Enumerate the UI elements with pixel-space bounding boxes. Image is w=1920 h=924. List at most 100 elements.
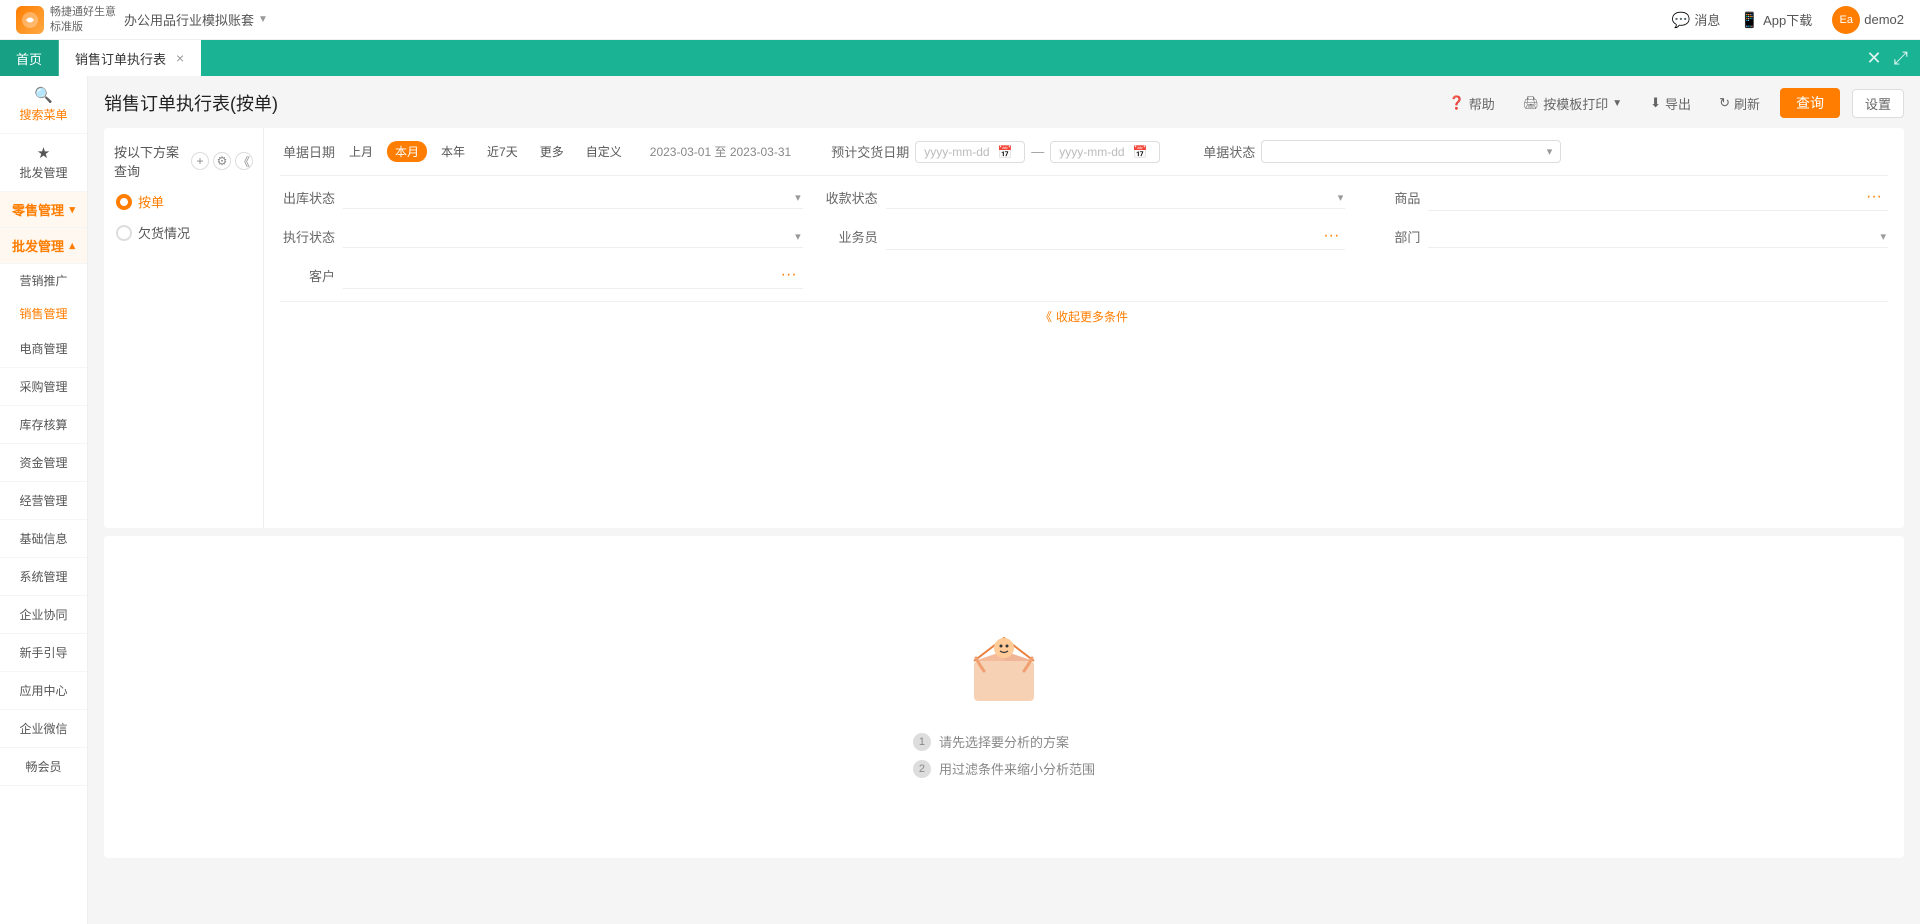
scheme-item-shortage[interactable]: 欠货情况: [104, 217, 263, 248]
download-icon: 📱: [1740, 11, 1759, 29]
shipping-status-select[interactable]: ▾: [343, 187, 803, 209]
expected-start-date[interactable]: yyyy-mm-dd 📅: [915, 141, 1025, 163]
basic-label: 基础信息: [19, 530, 67, 547]
execution-status-select[interactable]: ▾: [343, 226, 803, 248]
filter-department: 部门 ▾: [1365, 223, 1888, 250]
empty-icon: [954, 616, 1054, 716]
settings-btn[interactable]: 设置: [1852, 89, 1904, 118]
sidebar-item-marketing[interactable]: 营销推广: [0, 264, 87, 297]
sidebar-quick-nav[interactable]: ★ 批发管理: [0, 134, 87, 192]
shortcut-this-month[interactable]: 本月: [387, 141, 427, 162]
scheme-collapse-btn[interactable]: 《: [235, 152, 253, 170]
expected-end-date[interactable]: yyyy-mm-dd 📅: [1050, 141, 1160, 163]
collapse-more-btn[interactable]: 《 收起更多条件: [280, 301, 1888, 331]
sidebar-item-guide[interactable]: 新手引导: [0, 634, 87, 672]
print-btn[interactable]: 🖨 按模板打印 ▼: [1515, 90, 1630, 117]
user-avatar-area[interactable]: Ea demo2: [1832, 6, 1904, 34]
window-close-icon[interactable]: ✕: [1867, 48, 1882, 69]
sidebar-item-operations[interactable]: 经营管理: [0, 482, 87, 520]
tab-sales-order[interactable]: 销售订单执行表 ×: [59, 40, 201, 76]
filter-doc-status: 单据状态 ▾: [1200, 140, 1888, 163]
header-left: 畅捷通好生意 标准版 办公用品行业模拟账套 ▼: [16, 5, 268, 34]
export-btn[interactable]: ⬇ 导出: [1642, 90, 1699, 117]
message-btn[interactable]: 💬 消息: [1672, 10, 1721, 29]
sidebar-search[interactable]: 🔍 搜索菜单: [0, 76, 87, 134]
empty-state-container: 1 请先选择要分析的方案 2 用过滤条件来缩小分析范围: [104, 536, 1904, 858]
enterprise-label: 企业协同: [19, 606, 67, 623]
purchase-label: 采购管理: [19, 378, 67, 395]
refresh-btn[interactable]: ↻ 刷新: [1711, 90, 1768, 117]
sidebar-item-wechat[interactable]: 企业微信: [0, 710, 87, 748]
top-nav-item[interactable]: 办公用品行业模拟账套 ▼: [124, 10, 268, 29]
help-label: 帮助: [1469, 94, 1495, 113]
operations-label: 经营管理: [19, 492, 67, 509]
refresh-label: 刷新: [1734, 94, 1760, 113]
top-nav-label: 办公用品行业模拟账套: [124, 10, 254, 29]
sidebar-item-sales[interactable]: 销售管理: [0, 297, 87, 330]
filter-doc-date: 单据日期 上月 本月 本年 近7天 更多 自定义: [280, 141, 630, 162]
scheme-header: 按以下方案查询 + ⚙ 《: [104, 136, 263, 186]
help-icon: ❓: [1449, 95, 1465, 111]
query-btn[interactable]: 查询: [1780, 88, 1840, 118]
filter-customer: 客户 ···: [280, 262, 803, 289]
sidebar-item-finance[interactable]: 资金管理: [0, 444, 87, 482]
sidebar-item-system[interactable]: 系统管理: [0, 558, 87, 596]
avatar: Ea: [1832, 6, 1860, 34]
page-actions: ❓ 帮助 🖨 按模板打印 ▼ ⬇ 导出 ↻ 刷新 查询: [1441, 88, 1905, 118]
salesperson-input[interactable]: ···: [886, 223, 1346, 250]
sidebar-wholesale-sub: 营销推广 销售管理: [0, 264, 87, 330]
sidebar-search-label: 搜索菜单: [19, 106, 67, 123]
customer-ellipsis-btn[interactable]: ···: [777, 266, 801, 284]
help-btn[interactable]: ❓ 帮助: [1441, 90, 1503, 117]
sidebar: 🔍 搜索菜单 ★ 批发管理 零售管理 ▾ 批发管理 ▴ 营销推广 销售管理 电商…: [0, 76, 88, 924]
doc-status-select[interactable]: ▾: [1261, 140, 1561, 163]
sidebar-item-basic[interactable]: 基础信息: [0, 520, 87, 558]
logo-icon: [16, 6, 44, 34]
sidebar-retail-label: 零售管理: [12, 200, 64, 219]
user-name: demo2: [1864, 12, 1904, 27]
doc-status-label: 单据状态: [1200, 142, 1255, 161]
sidebar-item-appcenter[interactable]: 应用中心: [0, 672, 87, 710]
salesperson-ellipsis-btn[interactable]: ···: [1319, 227, 1343, 245]
sidebar-item-ecommerce[interactable]: 电商管理: [0, 330, 87, 368]
execution-status-label: 执行状态: [280, 227, 335, 246]
message-icon: 💬: [1672, 11, 1691, 29]
shortcut-last-month[interactable]: 上月: [341, 141, 381, 162]
empty-num-2: 2: [913, 760, 931, 778]
chevron-down-icon: ▼: [1612, 98, 1622, 109]
shortcut-this-year[interactable]: 本年: [433, 141, 473, 162]
empty-state: 1 请先选择要分析的方案 2 用过滤条件来缩小分析范围: [893, 536, 1115, 858]
shortcut-7days[interactable]: 近7天: [479, 141, 526, 162]
filter-row-1: 单据日期 上月 本月 本年 近7天 更多 自定义 2023-03-01 至 20…: [280, 140, 1888, 163]
sidebar-item-inventory[interactable]: 库存核算: [0, 406, 87, 444]
date-range-text: 2023-03-01 至 2023-03-31: [650, 143, 791, 160]
sidebar-item-retail[interactable]: 零售管理 ▾: [0, 192, 87, 228]
department-select[interactable]: ▾: [1428, 226, 1888, 248]
sidebar-item-purchase[interactable]: 采购管理: [0, 368, 87, 406]
sidebar-item-wholesale[interactable]: 批发管理 ▴: [0, 228, 87, 264]
sales-label: 销售管理: [19, 305, 67, 322]
payment-status-select[interactable]: ▾: [886, 187, 1346, 209]
app-download-label: App下载: [1763, 10, 1812, 29]
scheme-settings-btn[interactable]: ⚙: [213, 152, 231, 170]
tab-home[interactable]: 首页: [0, 40, 59, 76]
system-label: 系统管理: [19, 568, 67, 585]
window-expand-icon[interactable]: ⤢: [1894, 48, 1908, 69]
sidebar-wholesale-label: 批发管理: [12, 236, 64, 255]
product-ellipsis-btn[interactable]: ···: [1862, 188, 1886, 206]
customer-input[interactable]: ···: [343, 262, 803, 289]
search-icon: 🔍: [34, 86, 53, 104]
tab-close-icon[interactable]: ×: [176, 50, 184, 66]
shortcut-custom[interactable]: 自定义: [578, 141, 630, 162]
app-download-btn[interactable]: 📱 App下载: [1740, 10, 1812, 29]
appcenter-label: 应用中心: [19, 682, 67, 699]
scheme-item-by-order[interactable]: 按单: [104, 186, 263, 217]
sidebar-item-member[interactable]: 畅会员: [0, 748, 87, 786]
date-start-placeholder: yyyy-mm-dd: [924, 145, 989, 159]
scheme-item-label: 按单: [138, 192, 164, 211]
product-input[interactable]: ···: [1428, 184, 1888, 211]
sidebar-item-enterprise[interactable]: 企业协同: [0, 596, 87, 634]
shortcut-more[interactable]: 更多: [532, 141, 572, 162]
department-label: 部门: [1365, 227, 1420, 246]
scheme-add-btn[interactable]: +: [191, 152, 209, 170]
